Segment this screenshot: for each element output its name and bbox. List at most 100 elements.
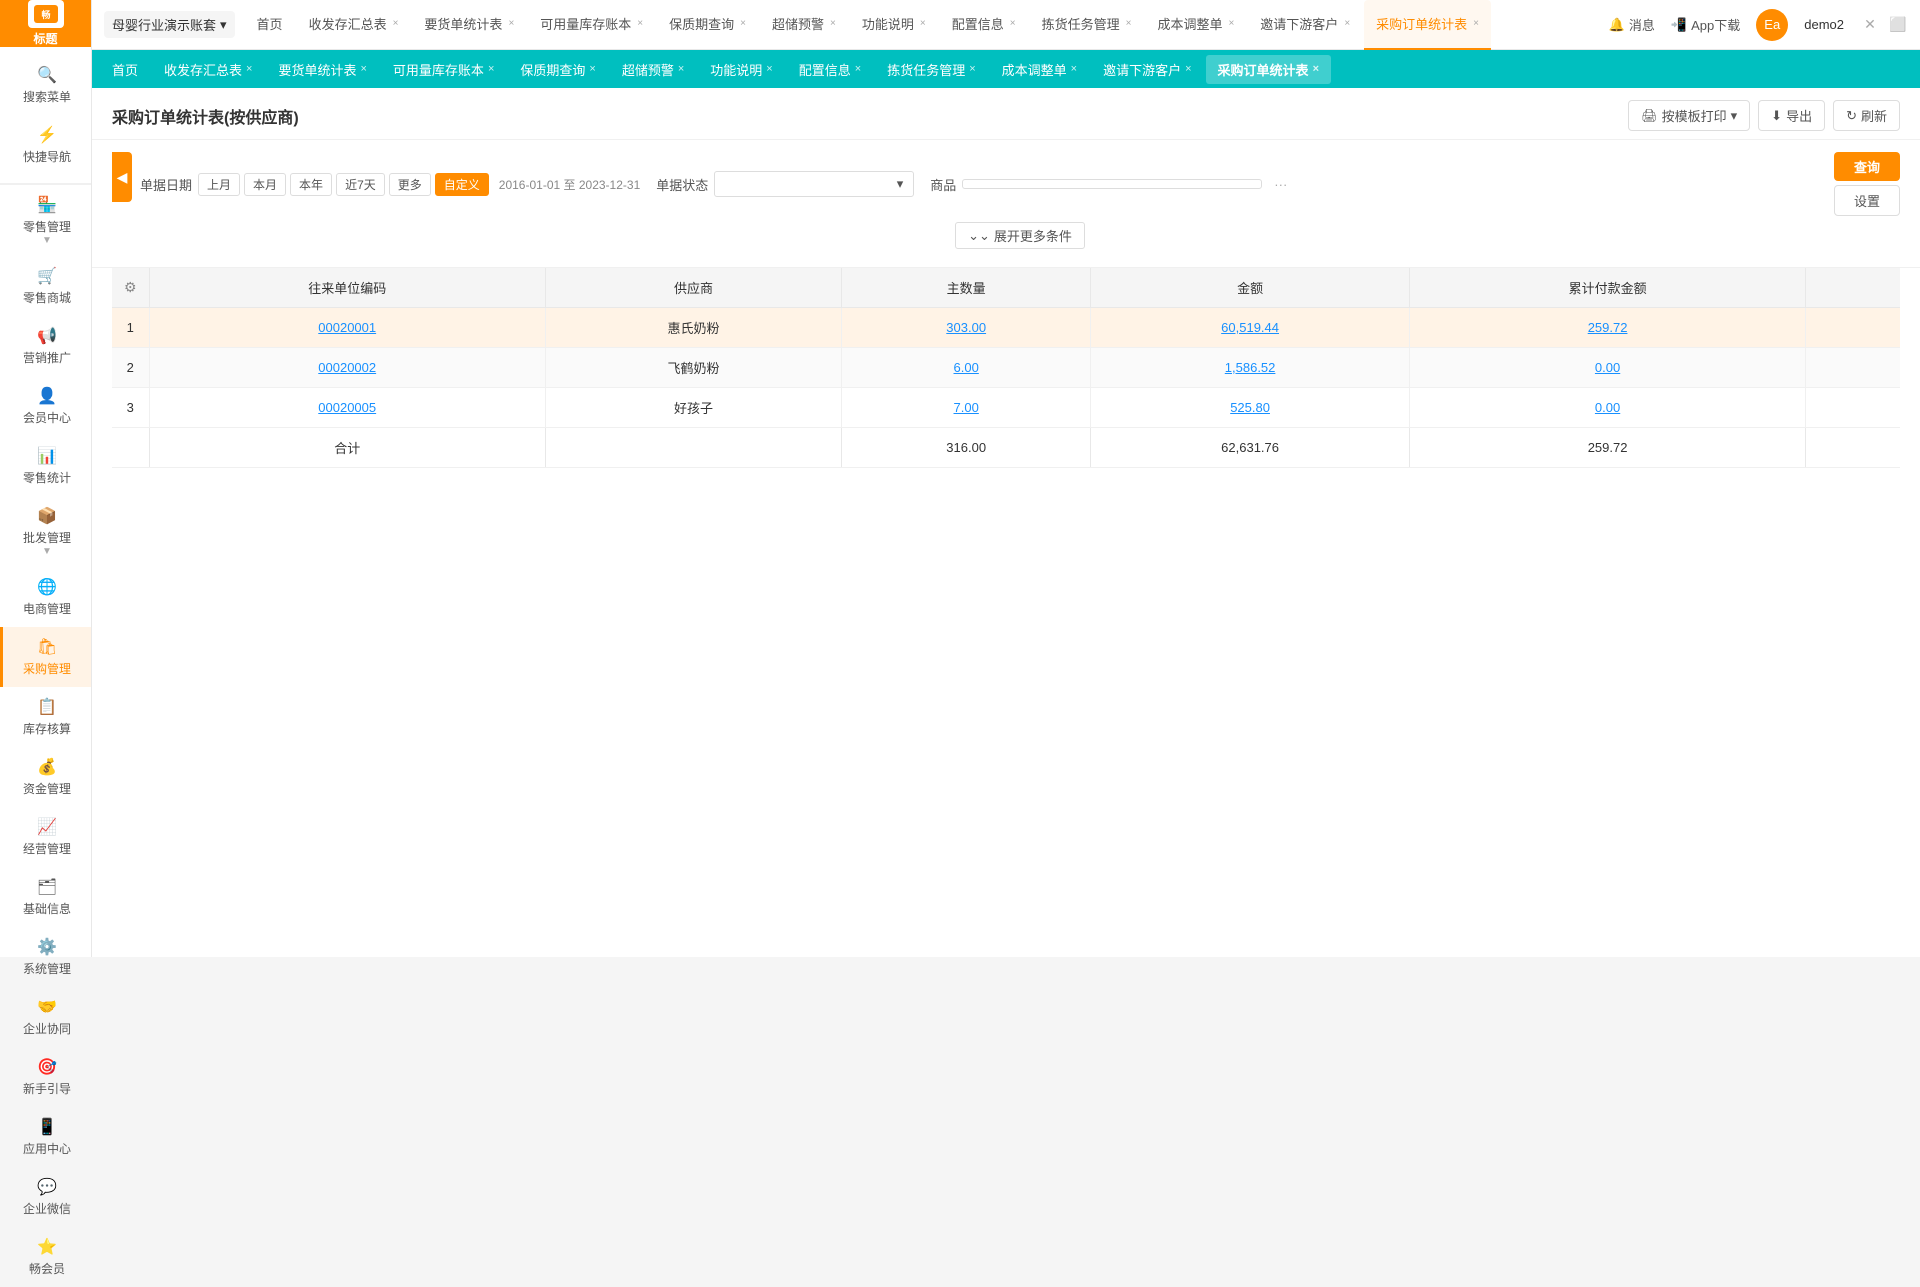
sidebar-item-operation[interactable]: 📈 经营管理 xyxy=(0,807,91,867)
print-button[interactable]: 🖨 按模板打印 ▾ xyxy=(1628,100,1750,131)
sidebar-item-enterprise[interactable]: 🤝 企业协同 xyxy=(0,987,91,1047)
goods-more-icon[interactable]: ··· xyxy=(1268,173,1293,196)
tab-avail-stock[interactable]: 可用量库存账本 × xyxy=(528,0,655,50)
nav-tab-close-icon[interactable]: × xyxy=(678,63,684,75)
tab-close-icon[interactable]: × xyxy=(637,18,643,29)
tab-config-info[interactable]: 配置信息 × xyxy=(940,0,1028,50)
company-selector[interactable]: 母婴行业演示账套 ▾ xyxy=(104,11,235,38)
sidebar-item-member2[interactable]: ⭐ 畅会员 xyxy=(0,1227,91,1287)
row-qty[interactable]: 7.00 xyxy=(842,388,1091,428)
nav-tab-shelf-life[interactable]: 保质期查询 × xyxy=(508,55,607,84)
sidebar-item-inventory[interactable]: 📋 库存核算 xyxy=(0,687,91,747)
avatar[interactable]: Ea xyxy=(1756,9,1788,41)
nav-tab-receive-send[interactable]: 收发存汇总表 × xyxy=(152,55,264,84)
settings-button[interactable]: 设置 xyxy=(1834,185,1900,216)
nav-tab-order-stat[interactable]: 要货单统计表 × xyxy=(266,55,378,84)
tab-close-icon-active[interactable]: × xyxy=(1473,18,1479,29)
tab-close-icon[interactable]: × xyxy=(1344,18,1350,29)
tab-home[interactable]: 首页 xyxy=(245,0,295,50)
status-select[interactable]: ▾ xyxy=(714,171,914,197)
collapse-button[interactable]: ◀ xyxy=(112,152,132,202)
window-maximize-button[interactable]: ⬜ xyxy=(1888,15,1908,35)
sidebar-item-retail-stat[interactable]: 📊 零售统计 xyxy=(0,436,91,496)
tab-pick-task[interactable]: 拣货任务管理 × xyxy=(1030,0,1144,50)
nav-tab-invite-downstream[interactable]: 邀请下游客户 × xyxy=(1091,55,1203,84)
sidebar-item-app-center[interactable]: 📱 应用中心 xyxy=(0,1107,91,1167)
sidebar-item-search[interactable]: 🔍 搜索菜单 xyxy=(6,55,85,115)
sidebar-item-system[interactable]: ⚙️ 系统管理 xyxy=(0,927,91,987)
nav-tab-close-icon[interactable]: × xyxy=(855,63,861,75)
sidebar-item-member[interactable]: 👤 会员中心 xyxy=(0,376,91,436)
sidebar-item-enterprise-wechat[interactable]: 💬 企业微信 xyxy=(0,1167,91,1227)
date-btn-more[interactable]: 更多 xyxy=(389,173,431,196)
tab-invite-downstream[interactable]: 邀请下游客户 × xyxy=(1248,0,1362,50)
query-button[interactable]: 查询 xyxy=(1834,152,1900,181)
sidebar-item-basic[interactable]: 🗂 基础信息 xyxy=(0,867,91,927)
nav-tab-config-info[interactable]: 配置信息 × xyxy=(787,55,873,84)
nav-tab-close-icon[interactable]: × xyxy=(246,63,252,75)
nav-tab-avail-stock[interactable]: 可用量库存账本 × xyxy=(381,55,506,84)
goods-input[interactable] xyxy=(962,179,1262,189)
refresh-button[interactable]: ↻ 刷新 xyxy=(1833,100,1900,131)
sidebar-item-retail-shop[interactable]: 🛒 零售商城 xyxy=(0,256,91,316)
nav-tab-close-icon[interactable]: × xyxy=(589,63,595,75)
tab-close-icon[interactable]: × xyxy=(920,18,926,29)
tab-func-desc[interactable]: 功能说明 × xyxy=(850,0,938,50)
nav-tab-home[interactable]: 首页 xyxy=(100,55,150,84)
app-download-button[interactable]: 📲 App下载 xyxy=(1671,15,1740,34)
tab-close-icon[interactable]: × xyxy=(393,18,399,29)
nav-tab-close-icon[interactable]: × xyxy=(360,63,366,75)
row-qty[interactable]: 303.00 xyxy=(842,308,1091,348)
row-code[interactable]: 00020001 xyxy=(149,308,545,348)
row-paid[interactable]: 0.00 xyxy=(1409,388,1805,428)
nav-tab-close-icon[interactable]: × xyxy=(969,63,975,75)
nav-tab-func-desc[interactable]: 功能说明 × xyxy=(698,55,784,84)
tab-purchase-stat[interactable]: 采购订单统计表 × xyxy=(1364,0,1491,50)
nav-tab-purchase-stat[interactable]: 采购订单统计表 × xyxy=(1206,55,1331,84)
row-paid[interactable]: 259.72 xyxy=(1409,308,1805,348)
sidebar-item-marketing[interactable]: 📢 营销推广 xyxy=(0,316,91,376)
nav-tab-pick-task[interactable]: 拣货任务管理 × xyxy=(875,55,987,84)
tab-order-stat[interactable]: 要货单统计表 × xyxy=(412,0,526,50)
row-amount[interactable]: 1,586.52 xyxy=(1091,348,1410,388)
tab-close-icon[interactable]: × xyxy=(1228,18,1234,29)
sidebar-item-retail[interactable]: 🏪 零售管理 ▼ xyxy=(0,185,91,256)
message-button[interactable]: 🔔 消息 xyxy=(1609,15,1655,34)
date-btn-this-month[interactable]: 本月 xyxy=(244,173,286,196)
export-button[interactable]: ⬇ 导出 xyxy=(1758,100,1825,131)
expand-button[interactable]: ⌄⌄ 展开更多条件 xyxy=(955,222,1085,249)
sidebar-item-ecommerce[interactable]: 🌐 电商管理 xyxy=(0,567,91,627)
nav-tab-close-icon[interactable]: × xyxy=(1071,63,1077,75)
tab-shelf-life[interactable]: 保质期查询 × xyxy=(657,0,758,50)
date-btn-custom[interactable]: 自定义 xyxy=(435,173,489,196)
settings-icon[interactable]: ⚙ xyxy=(124,279,137,295)
row-paid[interactable]: 0.00 xyxy=(1409,348,1805,388)
nav-tab-cost-adjust[interactable]: 成本调整单 × xyxy=(990,55,1089,84)
username-label[interactable]: demo2 xyxy=(1804,17,1844,32)
nav-tab-close-icon[interactable]: × xyxy=(1185,63,1191,75)
nav-tab-close-icon[interactable]: × xyxy=(488,63,494,75)
sidebar-item-finance[interactable]: 💰 资金管理 xyxy=(0,747,91,807)
tab-close-icon[interactable]: × xyxy=(508,18,514,29)
sidebar-item-quicknav[interactable]: ⚡ 快捷导航 xyxy=(6,115,85,175)
tab-cost-adjust[interactable]: 成本调整单 × xyxy=(1145,0,1246,50)
row-amount[interactable]: 525.80 xyxy=(1091,388,1410,428)
sidebar-item-newbie[interactable]: 🎯 新手引导 xyxy=(0,1047,91,1107)
sidebar-item-purchase[interactable]: 🛍 采购管理 xyxy=(0,627,91,687)
tab-close-icon[interactable]: × xyxy=(740,18,746,29)
row-qty[interactable]: 6.00 xyxy=(842,348,1091,388)
window-close-button[interactable]: ✕ xyxy=(1860,15,1880,35)
nav-tab-close-icon[interactable]: × xyxy=(766,63,772,75)
tab-close-icon[interactable]: × xyxy=(1010,18,1016,29)
row-code[interactable]: 00020005 xyxy=(149,388,545,428)
nav-tab-overstock[interactable]: 超储预警 × xyxy=(610,55,696,84)
tab-close-icon[interactable]: × xyxy=(830,18,836,29)
date-btn-7days[interactable]: 近7天 xyxy=(336,173,385,196)
sidebar-item-wholesale[interactable]: 📦 批发管理 ▼ xyxy=(0,496,91,567)
row-amount[interactable]: 60,519.44 xyxy=(1091,308,1410,348)
row-code[interactable]: 00020002 xyxy=(149,348,545,388)
date-btn-this-year[interactable]: 本年 xyxy=(290,173,332,196)
date-btn-last-month[interactable]: 上月 xyxy=(198,173,240,196)
tab-receive-send[interactable]: 收发存汇总表 × xyxy=(297,0,411,50)
nav-tab-close-icon-active[interactable]: × xyxy=(1313,63,1319,75)
